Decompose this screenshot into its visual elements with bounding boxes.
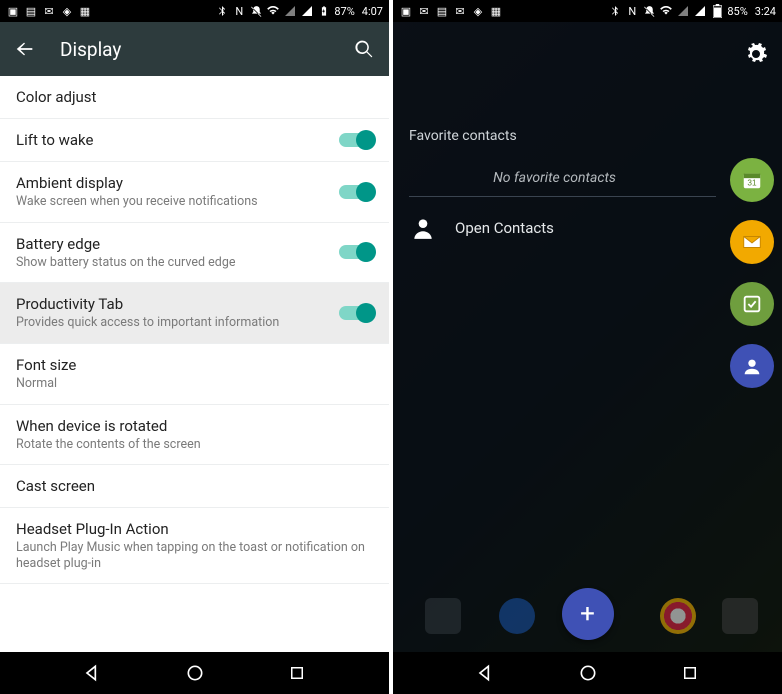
- battery-percent: 87%: [334, 5, 354, 18]
- mail-icon: ✉: [42, 4, 56, 18]
- signal-icon: [300, 4, 314, 18]
- notification-icon: ▣: [399, 4, 413, 18]
- nav-back-button[interactable]: [474, 662, 496, 684]
- nav-recent-button[interactable]: [679, 662, 701, 684]
- sim-icon: ▦: [489, 4, 503, 18]
- plus-icon: +: [580, 599, 595, 629]
- divider: [409, 196, 716, 197]
- signal-icon: [283, 4, 297, 18]
- favorites-header: Favorite contacts: [409, 128, 517, 144]
- mute-icon: [249, 4, 263, 18]
- settings-row[interactable]: Color adjust: [0, 76, 389, 119]
- bluetooth-icon: [215, 4, 229, 18]
- battery-charging-icon: [317, 4, 331, 18]
- page-title: Display: [60, 38, 121, 61]
- tab-calendar[interactable]: 31: [730, 158, 774, 202]
- tab-mail[interactable]: [730, 220, 774, 264]
- productivity-tabs: 31: [730, 158, 774, 388]
- settings-row[interactable]: Lift to wake: [0, 119, 389, 162]
- sim-icon: ▦: [78, 4, 92, 18]
- mail-icon: ✉: [417, 4, 431, 18]
- row-title: Productivity Tab: [16, 295, 329, 313]
- tab-tasks[interactable]: [730, 282, 774, 326]
- signal-icon: [676, 4, 690, 18]
- nav-bar: [0, 652, 389, 694]
- battery-percent: 85%: [727, 5, 747, 18]
- dock-camera-icon: [722, 598, 758, 634]
- row-subtitle: Show battery status on the curved edge: [16, 255, 329, 271]
- mail-icon: ✉: [453, 4, 467, 18]
- row-title: Lift to wake: [16, 131, 329, 149]
- row-subtitle: Wake screen when you receive notificatio…: [16, 194, 329, 210]
- wifi-icon: [266, 4, 280, 18]
- settings-list: Color adjust Lift to wake Ambient display W…: [0, 76, 389, 584]
- shield-icon: ◈: [471, 4, 485, 18]
- settings-row[interactable]: Battery edge Show battery status on the c…: [0, 223, 389, 284]
- settings-row[interactable]: Ambient display Wake screen when you rece…: [0, 162, 389, 223]
- toggle-switch[interactable]: [339, 185, 373, 199]
- shield-icon: ◈: [60, 4, 74, 18]
- row-subtitle: Rotate the contents of the screen: [16, 437, 373, 453]
- row-subtitle: Normal: [16, 376, 373, 392]
- row-title: Battery edge: [16, 235, 329, 253]
- nav-home-button[interactable]: [577, 662, 599, 684]
- phone-left: ▣ ▤ ✉ ◈ ▦ N 87%: [0, 0, 389, 694]
- row-subtitle: Launch Play Music when tapping on the to…: [16, 540, 373, 571]
- wifi-icon: [659, 4, 673, 18]
- svg-text:31: 31: [747, 179, 757, 188]
- dock-messenger-icon: [499, 598, 535, 634]
- app-bar: Display: [0, 22, 389, 76]
- notification-icon: ▣: [6, 4, 20, 18]
- nav-home-button[interactable]: [184, 662, 206, 684]
- open-contacts-label: Open Contacts: [455, 219, 554, 237]
- back-button[interactable]: [14, 38, 36, 60]
- settings-row[interactable]: Cast screen: [0, 465, 389, 508]
- settings-row[interactable]: Font size Normal: [0, 344, 389, 405]
- toggle-switch[interactable]: [339, 133, 373, 147]
- toggle-switch[interactable]: [339, 245, 373, 259]
- settings-row[interactable]: Headset Plug-In Action Launch Play Music …: [0, 508, 389, 584]
- no-favorites-text: No favorite contacts: [393, 170, 716, 186]
- contact-icon: [409, 214, 437, 242]
- signal-icon: [693, 4, 707, 18]
- notification-icon: ▤: [435, 4, 449, 18]
- notification-icon: ▤: [24, 4, 38, 18]
- mute-icon: [642, 4, 656, 18]
- bluetooth-icon: [608, 4, 622, 18]
- open-contacts-row[interactable]: Open Contacts: [409, 214, 554, 242]
- status-bar: ▣ ✉ ▤ ✉ ◈ ▦ N: [393, 0, 782, 22]
- tab-contacts[interactable]: [730, 344, 774, 388]
- row-title: Ambient display: [16, 174, 329, 192]
- row-title: Cast screen: [16, 477, 373, 495]
- nfc-icon: N: [232, 4, 246, 18]
- dock-chrome-icon: [660, 598, 696, 634]
- settings-row[interactable]: Productivity Tab Provides quick access to…: [0, 283, 389, 344]
- clock: 3:24: [755, 5, 776, 18]
- clock: 4:07: [362, 5, 383, 18]
- status-bar: ▣ ▤ ✉ ◈ ▦ N 87%: [0, 0, 389, 22]
- dock-contacts-icon: [425, 598, 461, 634]
- battery-icon: [710, 4, 724, 18]
- settings-row[interactable]: When device is rotated Rotate the content…: [0, 405, 389, 466]
- nav-bar: [393, 652, 782, 694]
- row-title: When device is rotated: [16, 417, 373, 435]
- nav-back-button[interactable]: [81, 662, 103, 684]
- fab-add-button[interactable]: +: [562, 588, 614, 640]
- nfc-icon: N: [625, 4, 639, 18]
- settings-button[interactable]: [744, 42, 768, 66]
- row-title: Color adjust: [16, 88, 373, 106]
- toggle-switch[interactable]: [339, 306, 373, 320]
- row-title: Headset Plug-In Action: [16, 520, 373, 538]
- phone-right: ▣ ✉ ▤ ✉ ◈ ▦ N: [393, 0, 782, 694]
- row-title: Font size: [16, 356, 373, 374]
- nav-recent-button[interactable]: [286, 662, 308, 684]
- dim-overlay: [393, 22, 782, 652]
- search-button[interactable]: [353, 38, 375, 60]
- row-subtitle: Provides quick access to important infor…: [16, 315, 329, 331]
